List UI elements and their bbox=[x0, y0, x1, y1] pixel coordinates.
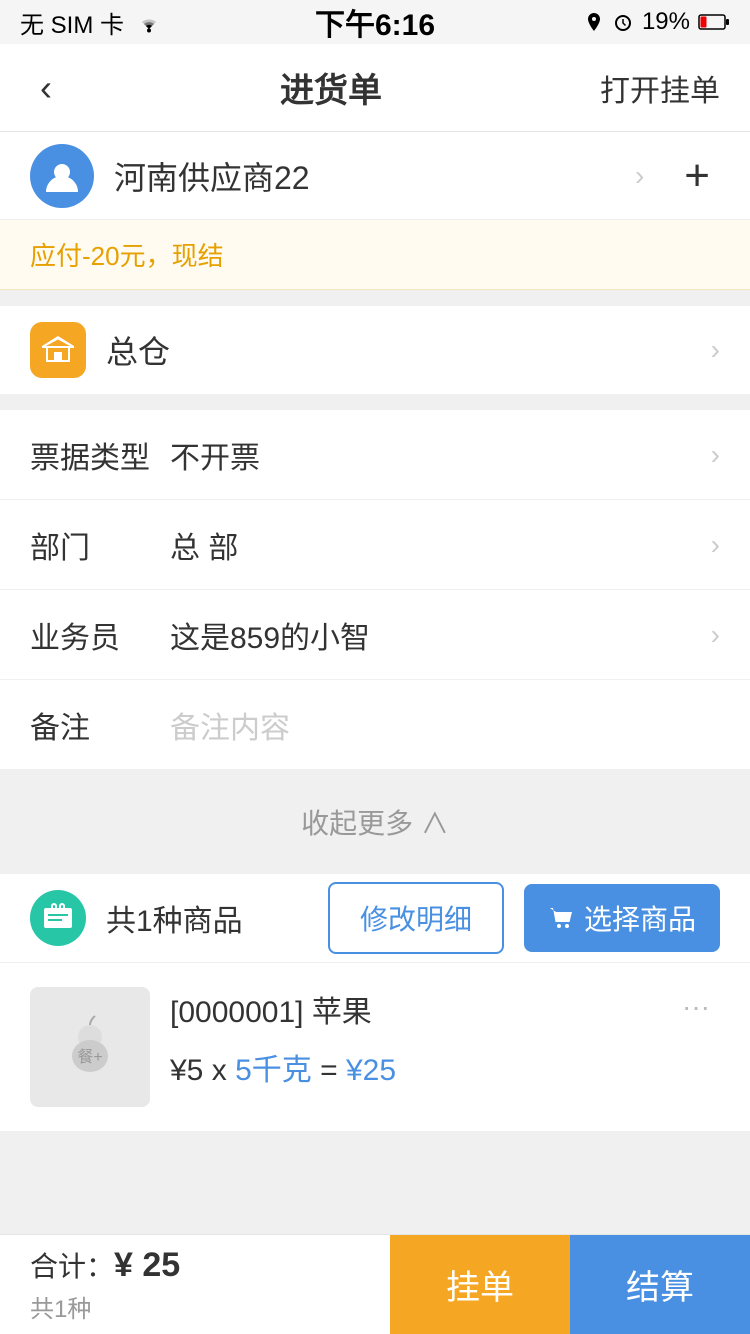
warehouse-icon bbox=[30, 322, 86, 378]
supplier-name: 河南供应商22 bbox=[114, 153, 635, 199]
battery-icon bbox=[698, 13, 730, 31]
page-title: 进货单 bbox=[280, 63, 382, 112]
collapse-row[interactable]: 收起更多 ∧ bbox=[0, 786, 750, 858]
remark-row[interactable]: 备注 备注内容 bbox=[0, 680, 750, 770]
sales-label: 业务员 bbox=[30, 613, 170, 657]
carrier-text: 无 SIM 卡 bbox=[20, 5, 124, 40]
form-section: 票据类型 不开票 › 部门 总 部 › 业务员 这是859的小智 › 备注 备注… bbox=[0, 410, 750, 770]
wifi-icon bbox=[134, 11, 164, 33]
price-value: ¥5 bbox=[170, 1054, 203, 1087]
product-name: [0000001] 苹果 bbox=[170, 987, 652, 1031]
product-item: 餐+ [0000001] 苹果 ¥5 x 5千克 = ¥25 ··· bbox=[0, 962, 750, 1131]
edit-detail-button[interactable]: 修改明细 bbox=[328, 882, 504, 954]
bottom-bar: 合计：¥ 25 共1种 挂单 结算 bbox=[0, 1234, 750, 1334]
alert-text: 应付-20元，现结 bbox=[30, 241, 224, 271]
total-section: 合计：¥ 25 共1种 bbox=[0, 1235, 390, 1334]
total-sub: 共1种 bbox=[30, 1289, 360, 1324]
products-section: 共1种商品 修改明细 选择商品 餐+ bbox=[0, 874, 750, 1131]
product-header: 共1种商品 修改明细 选择商品 bbox=[0, 874, 750, 962]
total-row: 合计：¥ 25 bbox=[30, 1245, 360, 1285]
qty-value: 5千克 bbox=[235, 1054, 312, 1087]
select-product-label: 选择商品 bbox=[584, 898, 696, 938]
product-info: [0000001] 苹果 ¥5 x 5千克 = ¥25 bbox=[170, 987, 652, 1089]
total-value: ¥25 bbox=[346, 1054, 396, 1087]
product-thumbnail: 餐+ bbox=[30, 987, 150, 1107]
alarm-icon bbox=[612, 11, 634, 33]
nav-bar: ‹ 进货单 打开挂单 bbox=[0, 44, 750, 132]
remark-placeholder: 备注内容 bbox=[170, 703, 720, 747]
warehouse-row[interactable]: 总仓 › bbox=[0, 306, 750, 394]
sales-value: 这是859的小智 bbox=[170, 613, 711, 657]
warehouse-section: 总仓 › bbox=[0, 306, 750, 394]
warehouse-name: 总仓 bbox=[106, 327, 711, 373]
invoice-row[interactable]: 票据类型 不开票 › bbox=[0, 410, 750, 500]
cart-icon bbox=[548, 906, 576, 930]
open-hold-button[interactable]: 打开挂单 bbox=[600, 66, 720, 110]
product-count-icon bbox=[30, 890, 86, 946]
equals-sign: = bbox=[320, 1054, 346, 1087]
price-separator: x bbox=[212, 1054, 235, 1087]
product-more-button[interactable]: ··· bbox=[672, 987, 720, 1027]
add-supplier-button[interactable]: + bbox=[674, 151, 720, 201]
total-amount: ¥ 25 bbox=[114, 1246, 180, 1284]
product-price: ¥5 x 5千克 = ¥25 bbox=[170, 1045, 652, 1089]
main-content: 河南供应商22 › + 应付-20元，现结 总仓 › 票据类型 不开票 › 部门 bbox=[0, 132, 750, 1247]
sales-arrow-icon: › bbox=[711, 619, 720, 651]
status-time: 下午6:16 bbox=[315, 0, 435, 44]
warehouse-arrow-icon: › bbox=[711, 334, 720, 366]
supplier-section: 河南供应商22 › + 应付-20元，现结 bbox=[0, 132, 750, 290]
status-left: 无 SIM 卡 bbox=[20, 5, 164, 40]
product-code: [0000001] bbox=[170, 996, 303, 1029]
supplier-avatar bbox=[30, 144, 94, 208]
product-count-text: 共1种商品 bbox=[106, 896, 308, 940]
invoice-label: 票据类型 bbox=[30, 433, 170, 477]
sales-row[interactable]: 业务员 这是859的小智 › bbox=[0, 590, 750, 680]
collapse-label: 收起更多 ∧ bbox=[301, 802, 449, 842]
invoice-arrow-icon: › bbox=[711, 439, 720, 471]
status-right: 19% bbox=[584, 8, 730, 36]
dept-row[interactable]: 部门 总 部 › bbox=[0, 500, 750, 590]
status-bar: 无 SIM 卡 下午6:16 19% bbox=[0, 0, 750, 44]
alert-banner: 应付-20元，现结 bbox=[0, 220, 750, 290]
location-icon bbox=[584, 11, 604, 33]
supplier-arrow-icon: › bbox=[635, 160, 644, 192]
dept-label: 部门 bbox=[30, 523, 170, 567]
remark-label: 备注 bbox=[30, 703, 170, 747]
invoice-value: 不开票 bbox=[170, 433, 711, 477]
dept-value: 总 部 bbox=[170, 523, 711, 567]
supplier-row[interactable]: 河南供应商22 › + bbox=[0, 132, 750, 220]
select-product-button[interactable]: 选择商品 bbox=[524, 884, 720, 952]
checkout-button[interactable]: 结算 bbox=[570, 1235, 750, 1334]
hold-button[interactable]: 挂单 bbox=[390, 1235, 570, 1334]
dept-arrow-icon: › bbox=[711, 529, 720, 561]
back-button[interactable]: ‹ bbox=[30, 57, 62, 119]
svg-text:餐+: 餐+ bbox=[77, 1048, 102, 1066]
total-label: 合计： bbox=[30, 1251, 114, 1282]
product-title: 苹果 bbox=[312, 996, 372, 1029]
battery-percent: 19% bbox=[642, 8, 690, 36]
